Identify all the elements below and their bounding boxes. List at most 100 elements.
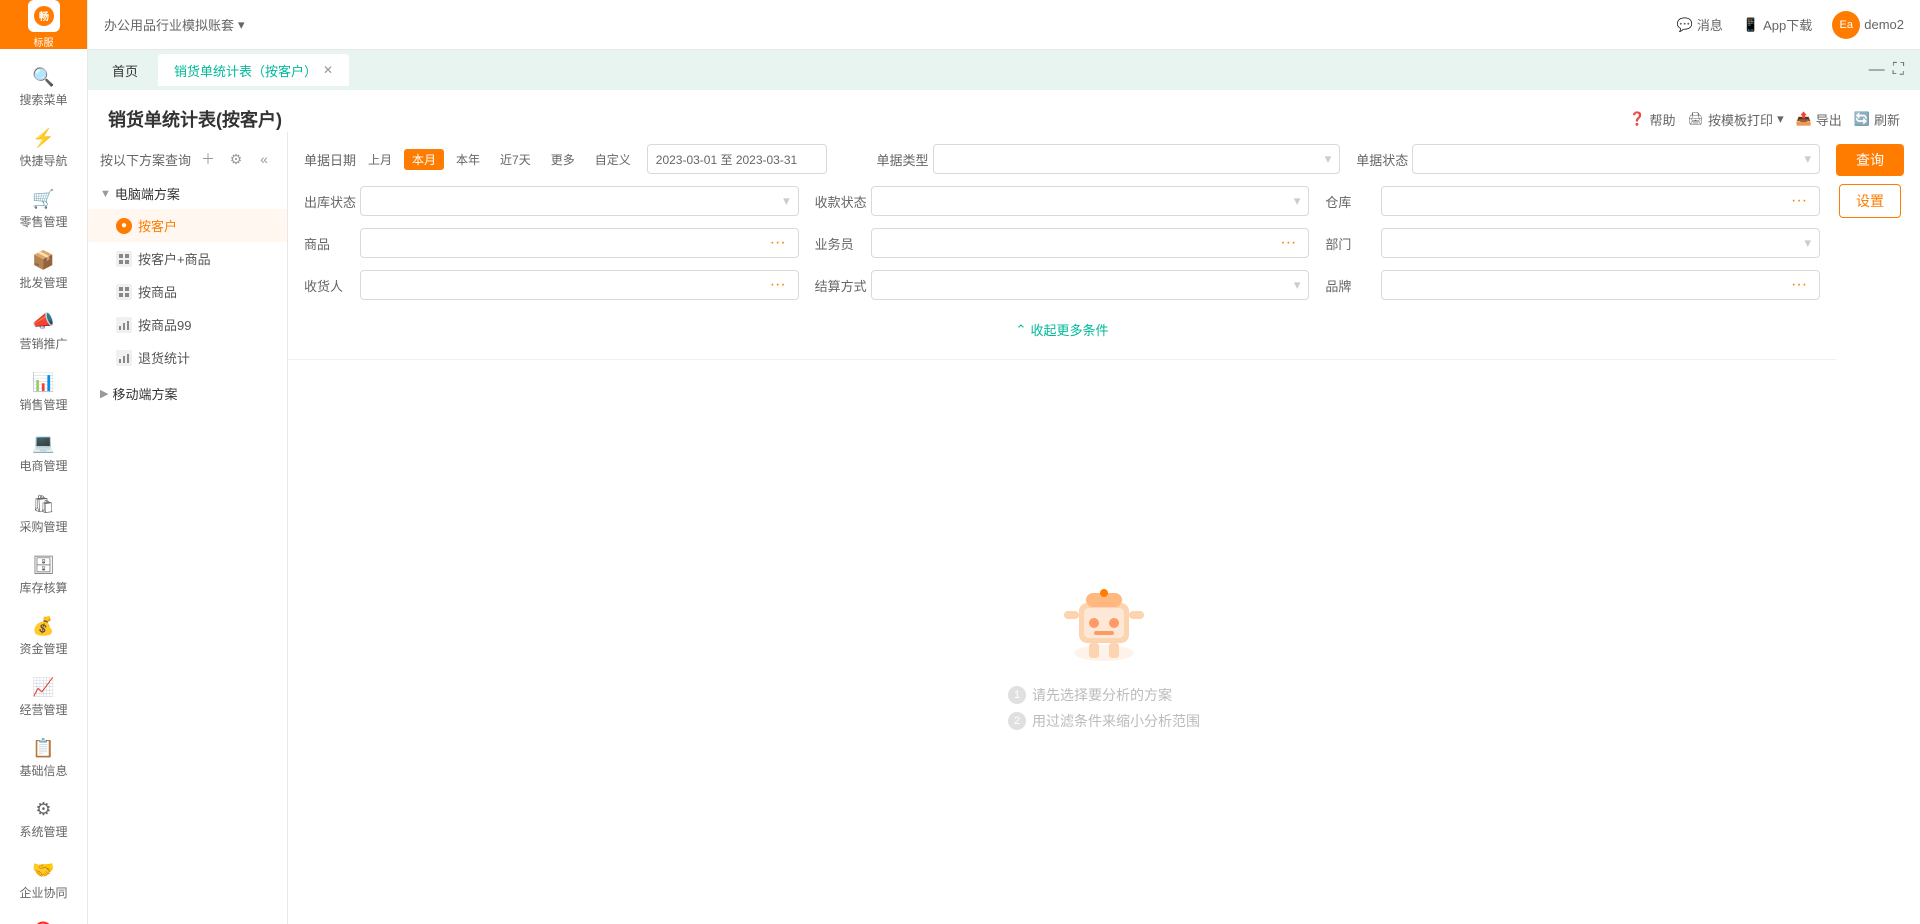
warehouse-dots-icon[interactable]: ···	[1791, 192, 1807, 210]
product-input[interactable]: ···	[360, 228, 799, 258]
scheme-group-pc: ▼ 电脑端方案 ● 按客户	[88, 178, 287, 374]
message-label: 消息	[1697, 15, 1723, 34]
sidebar-item-sales[interactable]: 📊 销售管理	[0, 362, 87, 423]
sidebar-item-retail[interactable]: 🛒 零售管理	[0, 179, 87, 240]
payment-input[interactable]: ▾	[871, 270, 1310, 300]
scheme-by-customer-product[interactable]: 按客户+商品	[88, 242, 287, 275]
scheme-group-mobile-header[interactable]: ▶ 移动端方案	[88, 378, 287, 409]
main-wrapper: 办公用品行业模拟账套 ▾ 💬 消息 📱 App下载 Ea demo2 首页	[88, 0, 1920, 924]
brand-label: 品牌	[1325, 276, 1381, 295]
tab-sales-stat-label: 销货单统计表（按客户）	[174, 61, 317, 80]
collapse-filters-button[interactable]: ⌃ 收起更多条件	[304, 312, 1820, 347]
dept-input[interactable]: ▾	[1381, 228, 1820, 258]
sidebar-item-inventory[interactable]: 🗄 库存核算	[0, 545, 87, 606]
tab-home-label: 首页	[112, 61, 138, 80]
salesperson-dots-icon[interactable]: ···	[1280, 234, 1296, 252]
scheme-by-product-99[interactable]: 按商品99	[88, 308, 287, 341]
settings-icon: ⚙	[230, 151, 243, 168]
export-button[interactable]: 📤 导出	[1796, 110, 1842, 129]
tab-bar-right: — ⛶	[1869, 61, 1912, 79]
tab-minimize-icon[interactable]: —	[1869, 61, 1885, 79]
query-button[interactable]: 查询	[1836, 144, 1904, 176]
doc-status-input[interactable]: ▾	[1412, 144, 1820, 174]
print-label: 按模板打印	[1708, 110, 1773, 129]
svg-text:畅: 畅	[39, 10, 49, 23]
sidebar-item-operations[interactable]: 📈 经营管理	[0, 667, 87, 728]
panel-header-title: 按以下方案查询	[100, 150, 197, 169]
filter-row-2: 出库状态 ▾ 收款状态 ▾	[304, 186, 1820, 216]
doc-type-arrow-icon: ▾	[1325, 151, 1332, 167]
purchase-icon: 🛍	[32, 494, 55, 515]
sidebar-item-wholesale[interactable]: 📦 批发管理	[0, 240, 87, 301]
date-last-month[interactable]: 上月	[360, 149, 400, 170]
scheme-product-icon	[116, 284, 132, 300]
marketing-icon: 📣	[32, 311, 54, 332]
inventory-icon: 🗄	[32, 555, 55, 576]
sidebar-item-marketing[interactable]: 📣 营销推广	[0, 301, 87, 362]
collapse-left-icon: «	[260, 151, 268, 167]
salesperson-input[interactable]: ···	[871, 228, 1310, 258]
date-this-year[interactable]: 本年	[448, 149, 488, 170]
collapse-panel-button[interactable]: «	[253, 148, 275, 170]
product-dots-icon[interactable]: ···	[770, 234, 786, 252]
download-icon: 📱	[1743, 17, 1759, 33]
sidebar-item-search[interactable]: 🔍 搜索菜单	[0, 57, 87, 118]
date-last-7[interactable]: 近7天	[492, 149, 539, 170]
help-label: 帮助	[1650, 110, 1676, 129]
payment-arrow-icon: ▾	[1294, 277, 1301, 293]
sidebar-item-ecommerce[interactable]: 💻 电商管理	[0, 423, 87, 484]
date-range-input[interactable]: 2023-03-01 至 2023-03-31	[647, 144, 827, 174]
doc-type-input[interactable]: ▾	[933, 144, 1341, 174]
scheme-group-pc-header[interactable]: ▼ 电脑端方案	[88, 178, 287, 209]
filter-payment: 结算方式 ▾	[815, 270, 1310, 300]
settings-scheme-button[interactable]: ⚙	[225, 148, 247, 170]
brand-dots-icon[interactable]: ···	[1791, 276, 1807, 294]
tab-sales-stat[interactable]: 销货单统计表（按客户） ✕	[158, 54, 349, 86]
scheme-return-stat[interactable]: 退货统计	[88, 341, 287, 374]
scheme-by-product[interactable]: 按商品	[88, 275, 287, 308]
settings-button[interactable]: 设置	[1839, 184, 1901, 218]
out-status-label: 出库状态	[304, 192, 360, 211]
scheme-group-mobile: ▶ 移动端方案	[88, 378, 287, 409]
date-this-month[interactable]: 本月	[404, 149, 444, 170]
tab-home[interactable]: 首页	[96, 54, 154, 86]
product-label: 商品	[304, 234, 360, 253]
scheme-group-mobile-label: 移动端方案	[112, 384, 177, 403]
help-button[interactable]: ❓ 帮助	[1629, 110, 1675, 129]
expand-arrow-icon: ▼	[100, 188, 111, 200]
sidebar-item-system[interactable]: ⚙ 系统管理	[0, 789, 87, 850]
collect-status-input[interactable]: ▾	[871, 186, 1310, 216]
sidebar-item-purchase[interactable]: 🛍 采购管理	[0, 484, 87, 545]
page-header: 销货单统计表(按客户) ❓ 帮助 🖨 按模板打印 ▾ 📤 导出 🔄 刷新	[88, 90, 1920, 132]
sidebar-item-finance[interactable]: 💰 资金管理	[0, 606, 87, 667]
header-right: 💬 消息 📱 App下载 Ea demo2	[1677, 11, 1904, 39]
receiver-input[interactable]: ···	[360, 270, 799, 300]
brand-input[interactable]: ···	[1381, 270, 1820, 300]
app-title-dropdown[interactable]: 办公用品行业模拟账套 ▾	[104, 15, 245, 34]
print-button[interactable]: 🖨 按模板打印 ▾	[1688, 110, 1784, 129]
add-scheme-button[interactable]: ＋	[197, 148, 219, 170]
filter-section: 单据日期 上月 本月 本年 近7天 更多 自定义	[288, 132, 1836, 360]
sidebar-item-label: 系统管理	[19, 823, 67, 840]
sidebar-item-new-guide[interactable]: 🎯 新手引导	[0, 911, 87, 924]
date-more[interactable]: 更多	[543, 149, 583, 170]
sidebar-item-label: 批发管理	[19, 274, 67, 291]
receiver-dots-icon[interactable]: ···	[770, 276, 786, 294]
refresh-button[interactable]: 🔄 刷新	[1854, 110, 1900, 129]
sidebar-item-quick-nav[interactable]: ⚡ 快捷导航	[0, 118, 87, 179]
out-status-input[interactable]: ▾	[360, 186, 799, 216]
user-profile[interactable]: Ea demo2	[1832, 11, 1904, 39]
app-download-button[interactable]: 📱 App下载	[1743, 15, 1812, 34]
warehouse-input[interactable]: ···	[1381, 186, 1820, 216]
message-button[interactable]: 💬 消息	[1677, 15, 1723, 34]
date-custom[interactable]: 自定义	[587, 149, 639, 170]
export-icon: 📤	[1796, 111, 1812, 127]
search-icon: 🔍	[32, 67, 54, 88]
tab-maximize-icon[interactable]: ⛶	[1893, 61, 1904, 79]
sidebar-item-corp-collab[interactable]: 🤝 企业协同	[0, 850, 87, 911]
sidebar-item-basic-info[interactable]: 📋 基础信息	[0, 728, 87, 789]
hint-num-2: 2	[1008, 712, 1026, 730]
tab-close-icon[interactable]: ✕	[323, 63, 333, 77]
scheme-by-customer[interactable]: ● 按客户	[88, 209, 287, 242]
dropdown-chevron-icon: ▾	[238, 17, 245, 33]
